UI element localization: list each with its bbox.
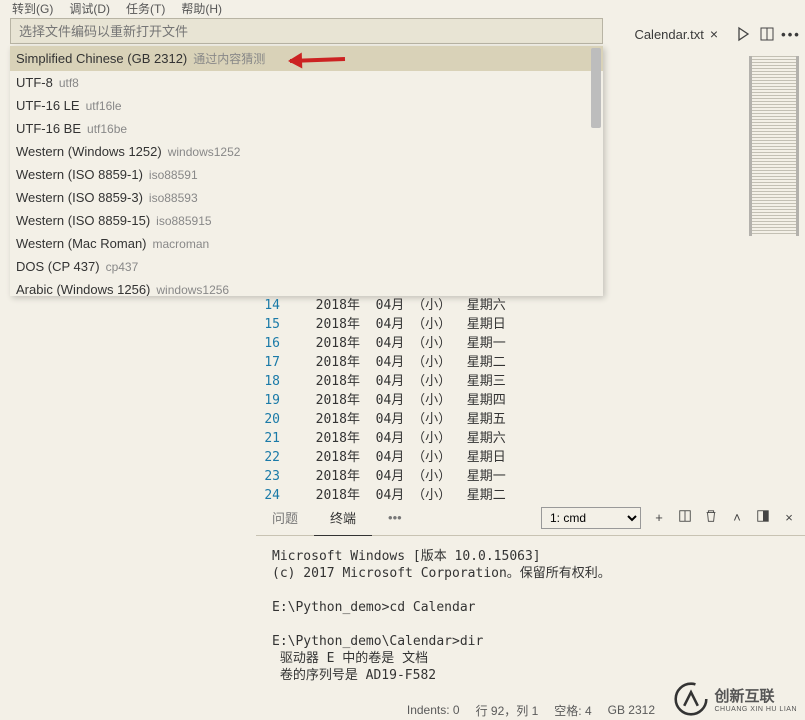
editor-line[interactable]: 23 2018年 04月 （小） 星期一: [0, 467, 805, 486]
line-number: 18: [0, 372, 300, 391]
line-number: 22: [0, 448, 300, 467]
tab-more[interactable]: •••: [372, 502, 418, 533]
logo-brand-cn: 创新互联: [714, 685, 797, 706]
terminal-select[interactable]: 1: cmd: [541, 507, 641, 529]
tab-calendar-txt[interactable]: Calendar.txt ×: [624, 20, 728, 48]
editor-area[interactable]: 14 2018年 04月 （小） 星期六15 2018年 04月 （小） 星期日…: [0, 56, 805, 500]
line-number: 24: [0, 486, 300, 500]
line-text: 2018年 04月 （小） 星期一: [300, 334, 506, 353]
editor-line[interactable]: 16 2018年 04月 （小） 星期一: [0, 334, 805, 353]
close-panel-icon[interactable]: ×: [781, 510, 797, 525]
editor-line[interactable]: 24 2018年 04月 （小） 星期二: [0, 486, 805, 500]
line-text: 2018年 04月 （小） 星期一: [300, 467, 506, 486]
run-icon[interactable]: [734, 25, 752, 43]
status-encoding[interactable]: GB 2312: [608, 703, 655, 717]
line-text: 2018年 04月 （小） 星期五: [300, 410, 506, 429]
line-number: 20: [0, 410, 300, 429]
close-icon[interactable]: ×: [710, 26, 718, 42]
status-line-col[interactable]: 行 92，列 1: [476, 702, 539, 719]
status-indents[interactable]: Indents: 0: [407, 703, 460, 717]
editor-line[interactable]: 15 2018年 04月 （小） 星期日: [0, 315, 805, 334]
line-number: 21: [0, 429, 300, 448]
line-text: 2018年 04月 （小） 星期二: [300, 353, 506, 372]
split-terminal-icon[interactable]: [677, 509, 693, 526]
status-spaces[interactable]: 空格: 4: [554, 702, 591, 719]
menu-goto[interactable]: 转到(G): [4, 0, 61, 18]
line-text: 2018年 04月 （小） 星期六: [300, 429, 506, 448]
logo-icon: [674, 682, 708, 716]
tab-problems[interactable]: 问题: [256, 500, 314, 535]
menu-bar: 转到(G) 调试(D) 任务(T) 帮助(H): [0, 0, 805, 18]
line-text: 2018年 04月 （小） 星期四: [300, 391, 506, 410]
tab-terminal[interactable]: 终端: [314, 500, 372, 536]
line-number: 16: [0, 334, 300, 353]
editor-line[interactable]: 18 2018年 04月 （小） 星期三: [0, 372, 805, 391]
line-text: 2018年 04月 （小） 星期日: [300, 448, 506, 467]
line-number: 23: [0, 467, 300, 486]
more-icon[interactable]: •••: [782, 25, 800, 43]
panel-tabs: 问题 终端 ••• 1: cmd + ˄ ×: [256, 500, 805, 536]
terminal-output[interactable]: Microsoft Windows [版本 10.0.15063] (c) 20…: [256, 536, 805, 700]
line-number: 15: [0, 315, 300, 334]
menu-tasks[interactable]: 任务(T): [118, 0, 173, 18]
tab-label: Calendar.txt: [634, 27, 703, 42]
minimap[interactable]: [749, 56, 799, 236]
chevron-up-icon[interactable]: ˄: [729, 510, 745, 525]
split-editor-icon[interactable]: [758, 25, 776, 43]
line-text: 2018年 04月 （小） 星期三: [300, 372, 506, 391]
editor-line[interactable]: 19 2018年 04月 （小） 星期四: [0, 391, 805, 410]
editor-line[interactable]: 20 2018年 04月 （小） 星期五: [0, 410, 805, 429]
line-text: 2018年 04月 （小） 星期日: [300, 315, 506, 334]
line-text: 2018年 04月 （小） 星期六: [300, 296, 506, 315]
editor-line[interactable]: 22 2018年 04月 （小） 星期日: [0, 448, 805, 467]
menu-debug[interactable]: 调试(D): [61, 0, 118, 18]
line-number: 19: [0, 391, 300, 410]
encoding-search-input[interactable]: [10, 18, 603, 44]
add-terminal-icon[interactable]: +: [651, 510, 667, 525]
editor-tab-bar: Calendar.txt × •••: [624, 20, 800, 48]
line-number: 17: [0, 353, 300, 372]
menu-help[interactable]: 帮助(H): [173, 0, 230, 18]
trash-icon[interactable]: [703, 509, 719, 526]
editor-line[interactable]: 14 2018年 04月 （小） 星期六: [0, 296, 805, 315]
editor-line[interactable]: 17 2018年 04月 （小） 星期二: [0, 353, 805, 372]
editor-line[interactable]: 21 2018年 04月 （小） 星期六: [0, 429, 805, 448]
logo-brand-en: CHUANG XIN HU LIAN: [714, 706, 797, 713]
line-number: 14: [0, 296, 300, 315]
watermark-logo: 创新互联 CHUANG XIN HU LIAN: [674, 682, 797, 716]
maximize-panel-icon[interactable]: [755, 509, 771, 526]
line-text: 2018年 04月 （小） 星期二: [300, 486, 506, 500]
